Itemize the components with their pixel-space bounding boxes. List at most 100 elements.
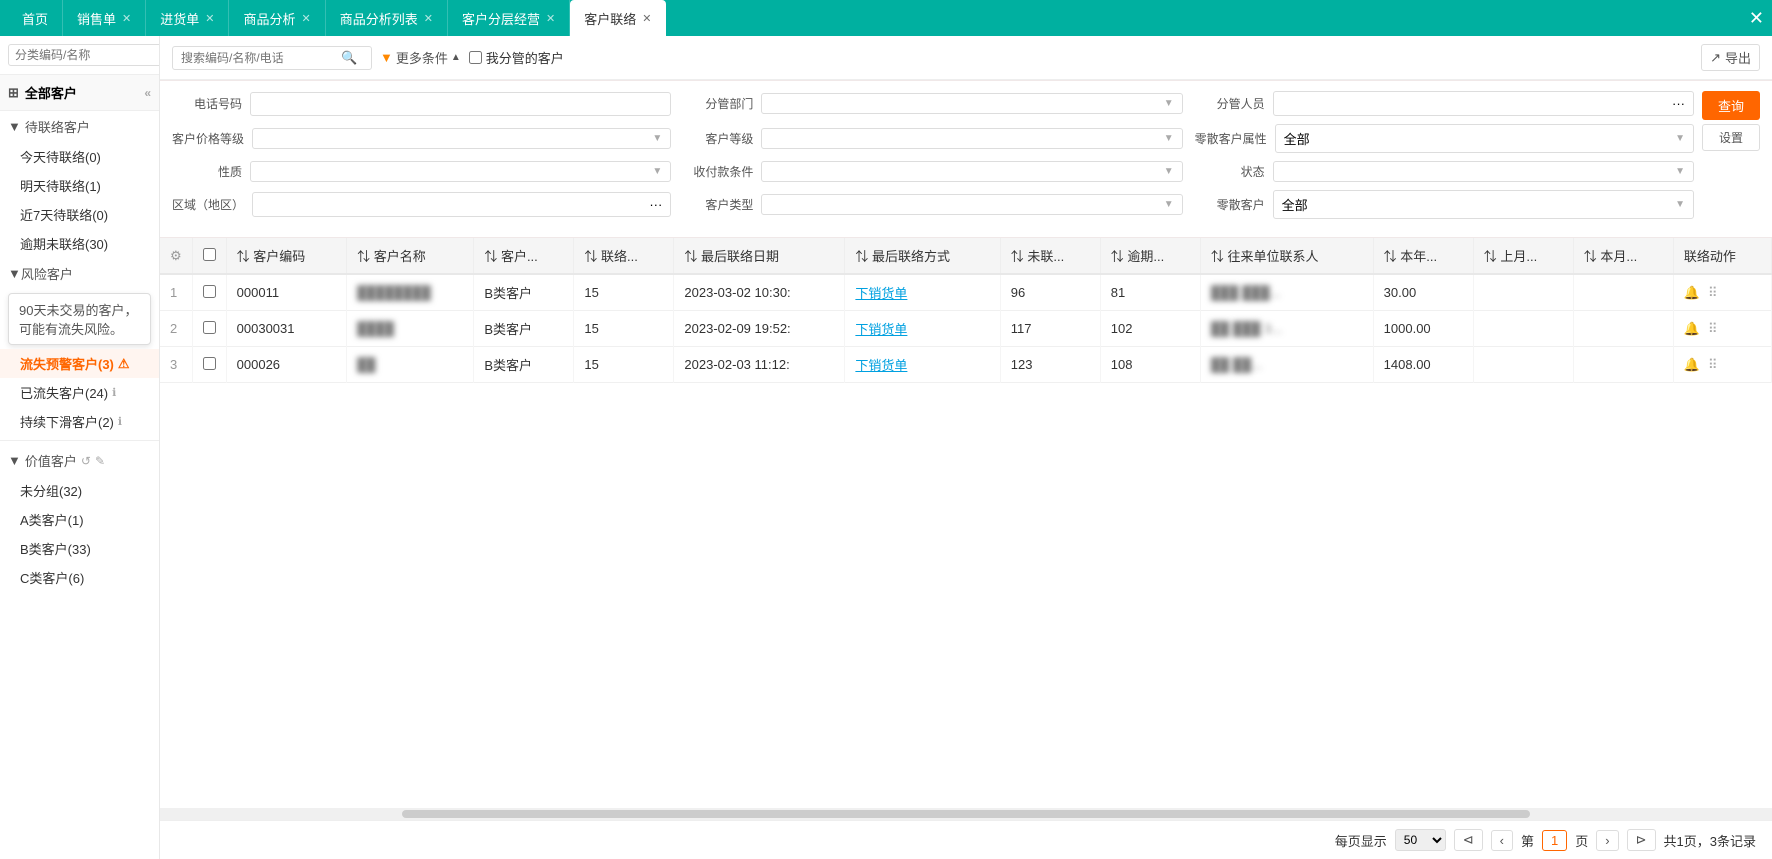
refresh-icon[interactable]: ↺	[81, 454, 91, 468]
sidebar-group-pending[interactable]: ▼ 待联络客户	[0, 111, 159, 142]
sidebar-item-churned[interactable]: 已流失客户(24) ℹ	[0, 378, 159, 407]
select-all-checkbox[interactable]	[203, 248, 216, 261]
cell-actions[interactable]: 🔔 ⠿	[1673, 347, 1771, 383]
my-customer-checkbox[interactable]: 我分管的客户	[469, 48, 564, 67]
sidebar-item-7days-pending[interactable]: 近7天待联络(0)	[0, 200, 159, 229]
cell-name: ██	[347, 347, 474, 383]
sidebar-item-today-pending[interactable]: 今天待联络(0)	[0, 142, 159, 171]
col-sort-icon10: ⇅	[1384, 249, 1397, 264]
cell-checkbox[interactable]	[192, 347, 226, 383]
filter-select-manager[interactable]: ···	[1273, 91, 1694, 116]
th-checkbox[interactable]	[192, 238, 226, 274]
th-settings[interactable]: ⚙	[160, 238, 192, 274]
cell-last-method[interactable]: 下销货单	[845, 347, 1000, 383]
filter-select-customer-level[interactable]: ▼	[761, 128, 1182, 149]
tab-close-sales[interactable]: ✕	[122, 12, 131, 25]
query-button[interactable]: 查询	[1702, 91, 1760, 120]
contact-icon[interactable]: 🔔	[1684, 357, 1700, 373]
next-page-button[interactable]: ›	[1596, 830, 1618, 851]
sidebar-item-churn-warning[interactable]: 流失预警客户(3) ⚠	[0, 349, 159, 378]
tab-close-customer-segment[interactable]: ✕	[546, 12, 555, 25]
sidebar-group-value[interactable]: ▼ 价值客户 ↺ ✎	[0, 445, 159, 476]
cell-checkbox[interactable]	[192, 274, 226, 311]
sidebar-item-class-c[interactable]: C类客户(6)	[0, 563, 159, 592]
filter-input-phone[interactable]	[250, 92, 671, 116]
total-info: 共1页，3条记录	[1664, 831, 1756, 850]
sidebar-group-risk[interactable]: ▼ 风险客户	[0, 258, 159, 289]
row-checkbox[interactable]	[203, 285, 216, 298]
filter-more-button[interactable]: ▼ 更多条件 ▲	[380, 48, 461, 67]
sidebar-item-class-a[interactable]: A类客户(1)	[0, 505, 159, 534]
first-page-button[interactable]: ⊲	[1454, 829, 1483, 851]
edit-icon[interactable]: ✎	[95, 454, 105, 468]
tab-customer-link[interactable]: 客户联络 ✕	[570, 0, 666, 36]
th-overdue[interactable]: ⇅ 逾期...	[1100, 238, 1200, 274]
filter-select-retail-attr[interactable]: 全部 ▼	[1275, 124, 1694, 153]
contact-icon[interactable]: 🔔	[1684, 321, 1700, 337]
cell-checkbox[interactable]	[192, 311, 226, 347]
scrollbar-thumb[interactable]	[402, 810, 1530, 818]
filter-select-dept[interactable]: ▼	[761, 93, 1182, 114]
tab-home[interactable]: 首页	[8, 0, 63, 36]
sidebar-all-customers[interactable]: ⊞ 全部客户 «	[0, 75, 159, 111]
th-uncontact[interactable]: ⇅ 未联...	[1000, 238, 1100, 274]
cell-last-method[interactable]: 下销货单	[845, 311, 1000, 347]
tab-analysis[interactable]: 商品分析 ✕	[229, 0, 325, 36]
my-customer-check[interactable]	[469, 51, 482, 64]
th-last-date[interactable]: ⇅ 最后联络日期	[674, 238, 845, 274]
tab-purchase[interactable]: 进货单 ✕	[146, 0, 229, 36]
tab-close-customer-link[interactable]: ✕	[642, 12, 651, 25]
th-type[interactable]: ⇅ 客户...	[474, 238, 574, 274]
more-actions-icon[interactable]: ⠿	[1708, 321, 1718, 337]
cell-actions[interactable]: 🔔 ⠿	[1673, 311, 1771, 347]
filter-select-price-level[interactable]: ▼	[252, 128, 671, 149]
cell-last-date: 2023-03-02 10:30:	[674, 274, 845, 311]
sidebar-item-ungroup[interactable]: 未分组(32)	[0, 476, 159, 505]
cell-last-method[interactable]: 下销货单	[845, 274, 1000, 311]
sidebar-search-input[interactable]	[8, 44, 160, 66]
sidebar-item-overdue-uncontact[interactable]: 逾期未联络(30)	[0, 229, 159, 258]
row-checkbox[interactable]	[203, 357, 216, 370]
sidebar-item-declining[interactable]: 持续下滑客户(2) ℹ	[0, 407, 159, 436]
window-close-button[interactable]: ✕	[1749, 8, 1764, 29]
prev-page-button[interactable]: ‹	[1491, 830, 1513, 851]
export-button[interactable]: ↗ 导出	[1701, 44, 1760, 71]
filter-field-status: 状态 ▼	[1195, 161, 1694, 182]
tab-sales[interactable]: 销售单 ✕	[63, 0, 146, 36]
th-last-month[interactable]: ⇅ 上月...	[1473, 238, 1573, 274]
row-checkbox[interactable]	[203, 321, 216, 334]
more-actions-icon[interactable]: ⠿	[1708, 357, 1718, 373]
tab-close-analysis[interactable]: ✕	[302, 12, 311, 25]
sidebar-item-class-b[interactable]: B类客户(33)	[0, 534, 159, 563]
th-this-month[interactable]: ⇅ 本月...	[1573, 238, 1673, 274]
sidebar-item-tomorrow-pending[interactable]: 明天待联络(1)	[0, 171, 159, 200]
per-page-select[interactable]: 50 100 200	[1395, 829, 1446, 851]
filter-select-nature[interactable]: ▼	[250, 161, 671, 182]
th-contact-count[interactable]: ⇅ 联络...	[574, 238, 674, 274]
filter-select-retail-customer[interactable]: 全部 ▼	[1273, 190, 1694, 219]
toolbar-search-input[interactable]	[181, 51, 341, 65]
filter-select-region[interactable]: ···	[252, 192, 671, 217]
chevron-down-icon3: ▼	[1164, 133, 1174, 144]
contact-icon[interactable]: 🔔	[1684, 285, 1700, 301]
th-contacts[interactable]: ⇅ 往来单位联系人	[1200, 238, 1373, 274]
tab-analysis-list[interactable]: 商品分析列表 ✕	[326, 0, 448, 36]
settings-button[interactable]: 设置	[1702, 124, 1760, 151]
filter-select-customer-type[interactable]: ▼	[761, 194, 1182, 215]
tab-close-analysis-list[interactable]: ✕	[424, 12, 433, 25]
cell-last-month	[1473, 347, 1573, 383]
filter-select-payment[interactable]: ▼	[761, 161, 1182, 182]
collapse-icon[interactable]: «	[144, 86, 151, 100]
th-last-method[interactable]: ⇅ 最后联络方式	[845, 238, 1000, 274]
th-name[interactable]: ⇅ 客户名称	[347, 238, 474, 274]
filter-select-status[interactable]: ▼	[1273, 161, 1694, 182]
tab-close-purchase[interactable]: ✕	[205, 12, 214, 25]
toolbar-search-button[interactable]: 🔍	[341, 50, 357, 66]
more-actions-icon[interactable]: ⠿	[1708, 285, 1718, 301]
tab-customer-segment[interactable]: 客户分层经营 ✕	[448, 0, 570, 36]
last-page-button[interactable]: ⊳	[1627, 829, 1656, 851]
cell-actions[interactable]: 🔔 ⠿	[1673, 274, 1771, 311]
horizontal-scrollbar[interactable]	[160, 808, 1772, 820]
th-code[interactable]: ⇅ 客户编码	[226, 238, 346, 274]
th-year-amount[interactable]: ⇅ 本年...	[1373, 238, 1473, 274]
